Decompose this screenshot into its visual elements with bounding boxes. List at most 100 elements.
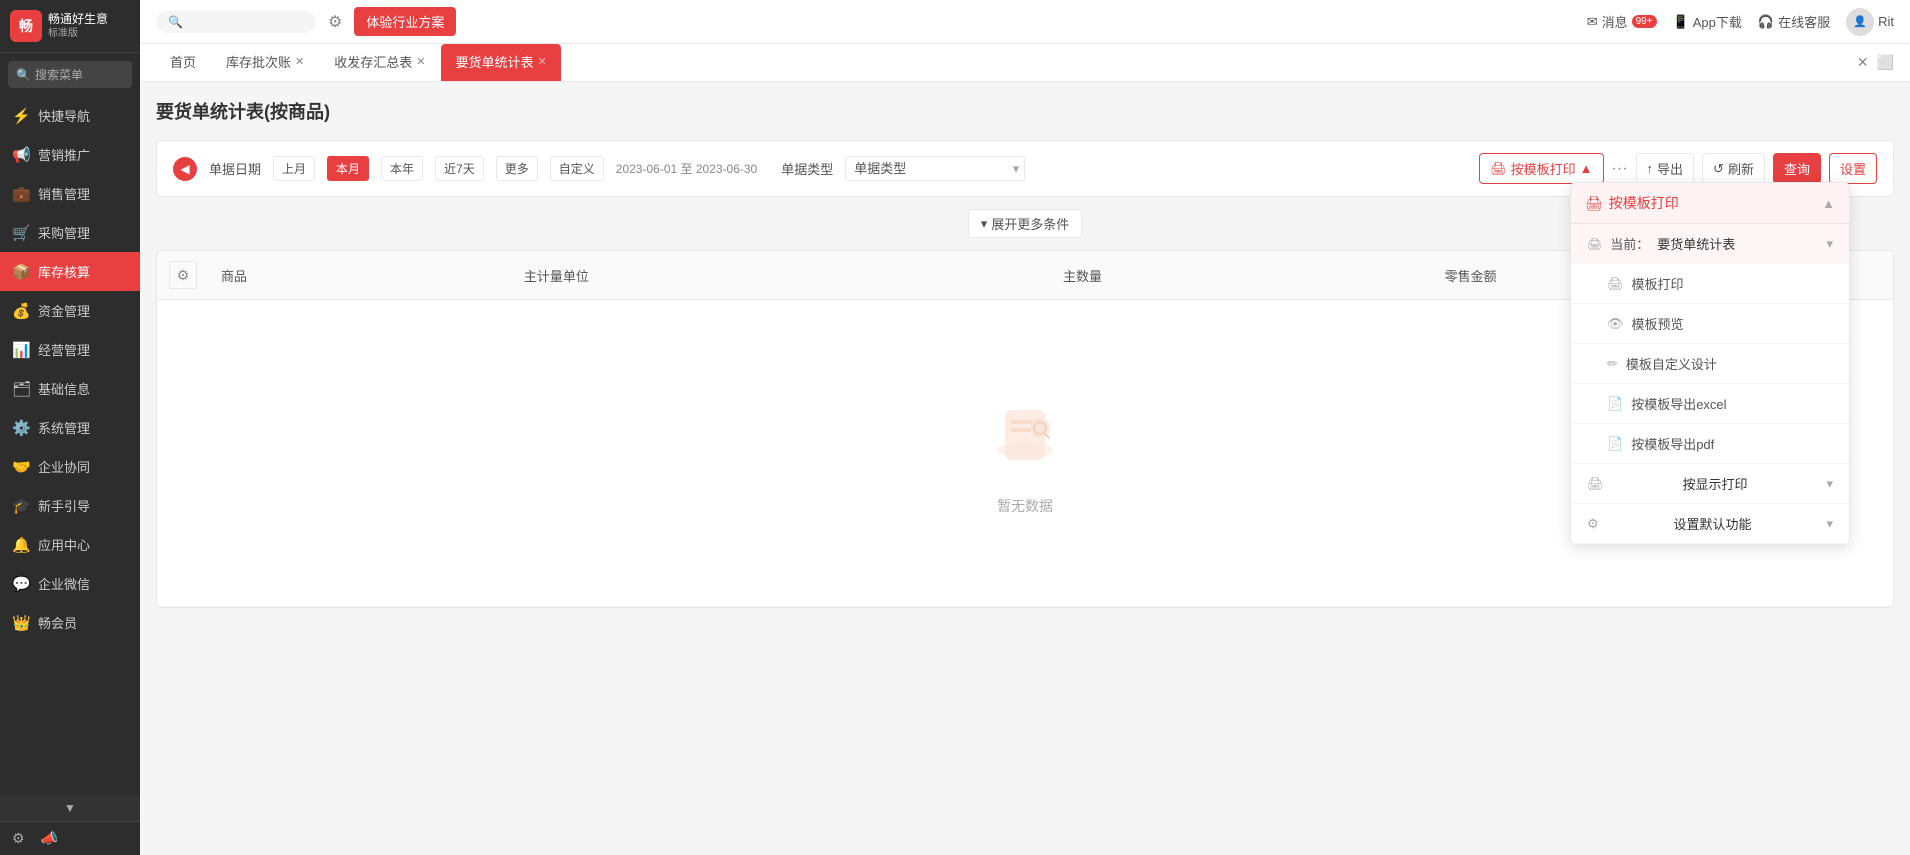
gear-icon[interactable]: ⚙ — [328, 12, 342, 32]
dropdown-default-setting[interactable]: ⚙ 设置默认功能 ▾ — [1571, 504, 1849, 544]
sidebar-item-wechat[interactable]: 💬 企业微信 — [0, 564, 140, 603]
tabs-bar: 首页 库存批次账 ✕ 收发存汇总表 ✕ 要货单统计表 ✕ ✕ ⬜ — [140, 44, 1910, 82]
dropdown-template-custom[interactable]: ✏ 模板自定义设计 — [1571, 344, 1849, 384]
user-avatar-item[interactable]: 👤 Rit — [1846, 8, 1894, 36]
avatar: 👤 — [1846, 8, 1874, 36]
this-month-btn[interactable]: 本月 — [327, 156, 369, 181]
nav-icon: 📢 — [12, 146, 30, 164]
preview-icon: 👁 — [1607, 316, 1624, 332]
sidebar-item-inventory[interactable]: 📦 库存核算 — [0, 252, 140, 291]
sidebar-speaker-icon[interactable]: 📣 — [41, 830, 58, 847]
nav-icon: 💼 — [12, 185, 30, 203]
nav-icon: 🛒 — [12, 224, 30, 242]
tab-close-order-stats[interactable]: ✕ — [538, 55, 547, 68]
custom-date-btn[interactable]: 自定义 — [550, 156, 604, 181]
prev-month-btn[interactable]: 上月 — [273, 156, 315, 181]
edit-icon: ✏ — [1607, 356, 1618, 372]
nav-icon: 💰 — [12, 302, 30, 320]
dropdown-template-print[interactable]: 🖨 模板打印 — [1571, 264, 1849, 304]
template-print-button[interactable]: 🖨 按模板打印 ▲ — [1479, 153, 1603, 184]
online-service-item[interactable]: 🎧 在线客服 — [1758, 12, 1830, 31]
ellipsis-icon[interactable]: ··· — [1612, 160, 1628, 178]
nav-icon: 📊 — [12, 341, 30, 359]
date-label: 单据日期 — [209, 159, 261, 178]
sidebar-item-appstore[interactable]: 🔔 应用中心 — [0, 525, 140, 564]
dropdown-export-excel[interactable]: 📄 按模板导出excel — [1571, 384, 1849, 424]
content-area: 要货单统计表(按商品) ◀ 单据日期 上月 本月 本年 近7天 更多 自定义 2… — [140, 82, 1910, 855]
table-gear-button[interactable]: ⚙ — [169, 261, 197, 289]
tab-close-payment-summary[interactable]: ✕ — [416, 55, 425, 68]
sidebar-item-member[interactable]: 👑 畅会员 — [0, 603, 140, 642]
col-quantity: 主数量 — [1051, 251, 1433, 300]
this-year-btn[interactable]: 本年 — [381, 156, 423, 181]
sidebar-search[interactable]: 🔍 搜索菜单 — [8, 61, 132, 88]
last7-btn[interactable]: 近7天 — [435, 156, 484, 181]
expand-more-button[interactable]: ▾ 展开更多条件 — [968, 209, 1083, 238]
app-download-item[interactable]: 📱 App下载 — [1673, 12, 1742, 31]
template-print-dropdown: 🖨 按模板打印 ▲ 🖨 当前： 要货单统计表 ▾ 🖨 模板打印 👁 — [1570, 182, 1850, 545]
sidebar-scroll-down[interactable]: ▼ — [0, 795, 140, 821]
export-button[interactable]: ↑ 导出 — [1636, 153, 1695, 184]
chevron-up-icon[interactable]: ▲ — [1822, 196, 1835, 211]
pdf-icon: 📄 — [1607, 436, 1623, 452]
nav-icon: ⚙️ — [12, 419, 30, 437]
sidebar-item-marketing[interactable]: 📢 营销推广 — [0, 135, 140, 174]
sidebar-item-guide[interactable]: 🎓 新手引导 — [0, 486, 140, 525]
refresh-button[interactable]: ↺ 刷新 — [1702, 153, 1765, 184]
sidebar-bottom: ⚙ 📣 — [0, 821, 140, 855]
filter-collapse-button[interactable]: ◀ — [173, 157, 197, 181]
tab-maximize-icon[interactable]: ⬜ — [1877, 54, 1894, 71]
col-product: 商品 — [209, 251, 512, 300]
printer-icon: 🖨 — [1490, 161, 1507, 177]
arrow-icon: ▾ — [1826, 516, 1833, 532]
toolbar-right: 🖨 按模板打印 ▲ ··· ↑ 导出 ↺ 刷新 查询 设置 — [1479, 153, 1877, 184]
col-unit: 主计量单位 — [512, 251, 1051, 300]
tab-home[interactable]: 首页 — [156, 44, 210, 81]
tab-close-window-icon[interactable]: ✕ — [1857, 54, 1869, 71]
col-settings: ⚙ — [157, 251, 209, 300]
sidebar-item-sales[interactable]: 💼 销售管理 — [0, 174, 140, 213]
sidebar-item-base[interactable]: 🗂 基础信息 — [0, 369, 140, 408]
dropdown-export-pdf[interactable]: 📄 按模板导出pdf — [1571, 424, 1849, 464]
sidebar-item-quick-nav[interactable]: ⚡ 快捷导航 — [0, 96, 140, 135]
top-header: 🔍 ⚙ 体验行业方案 ✉ 消息 99+ 📱 App下载 🎧 在线客服 👤 — [140, 0, 1910, 44]
dropdown-title-area: 🖨 按模板打印 — [1585, 193, 1679, 213]
sidebar-nav: ⚡ 快捷导航 📢 营销推广 💼 销售管理 🛒 采购管理 📦 库存核算 💰 资金管… — [0, 96, 140, 795]
query-button[interactable]: 查询 — [1773, 153, 1821, 184]
sidebar-item-enterprise[interactable]: 🤝 企业协同 — [0, 447, 140, 486]
trial-button[interactable]: 体验行业方案 — [354, 7, 456, 36]
tab-order-stats[interactable]: 要货单统计表 ✕ — [441, 44, 560, 81]
dropdown-display-print[interactable]: 🖨 按显示打印 ▾ — [1571, 464, 1849, 504]
dropdown-current-item[interactable]: 🖨 当前： 要货单统计表 ▾ — [1571, 224, 1849, 264]
nav-icon: 🗂 — [12, 380, 30, 398]
sidebar-item-operation[interactable]: 📊 经营管理 — [0, 330, 140, 369]
order-type-select[interactable]: 单据类型 — [845, 156, 1025, 181]
sidebar-logo: 畅 畅通好生意 标准版 — [0, 0, 140, 53]
chevron-up-icon: ▲ — [1580, 161, 1593, 176]
excel-icon: 📄 — [1607, 396, 1623, 412]
chevron-down-icon: ▾ — [1826, 236, 1833, 252]
headset-icon: 🎧 — [1758, 14, 1774, 30]
messages-item[interactable]: ✉ 消息 99+ — [1587, 12, 1657, 31]
main-area: 🔍 ⚙ 体验行业方案 ✉ 消息 99+ 📱 App下载 🎧 在线客服 👤 — [140, 0, 1910, 855]
tab-payment-summary[interactable]: 收发存汇总表 ✕ — [320, 44, 439, 81]
sidebar-settings-icon[interactable]: ⚙ — [12, 830, 25, 847]
settings-button[interactable]: 设置 — [1829, 153, 1877, 184]
more-date-btn[interactable]: 更多 — [496, 156, 538, 181]
tab-close-inventory-batch[interactable]: ✕ — [295, 55, 304, 68]
top-search-bar[interactable]: 🔍 — [156, 11, 316, 33]
dropdown-template-preview[interactable]: 👁 模板预览 — [1571, 304, 1849, 344]
nav-icon: 🎓 — [12, 497, 30, 515]
expand-icon: ▾ — [981, 216, 988, 232]
sidebar-item-system[interactable]: ⚙️ 系统管理 — [0, 408, 140, 447]
printer-sub-icon: 🖨 — [1607, 276, 1624, 292]
sidebar-item-finance[interactable]: 💰 资金管理 — [0, 291, 140, 330]
tab-inventory-batch[interactable]: 库存批次账 ✕ — [212, 44, 318, 81]
sidebar-item-purchase[interactable]: 🛒 采购管理 — [0, 213, 140, 252]
sidebar: 畅 畅通好生意 标准版 🔍 搜索菜单 ⚡ 快捷导航 📢 营销推广 💼 销售管理 … — [0, 0, 140, 855]
phone-icon: 📱 — [1673, 14, 1689, 30]
logo-text: 畅通好生意 标准版 — [48, 12, 108, 41]
date-range: 2023-06-01 至 2023-06-30 — [616, 160, 757, 177]
empty-icon — [985, 390, 1065, 484]
refresh-icon: ↺ — [1713, 161, 1724, 177]
